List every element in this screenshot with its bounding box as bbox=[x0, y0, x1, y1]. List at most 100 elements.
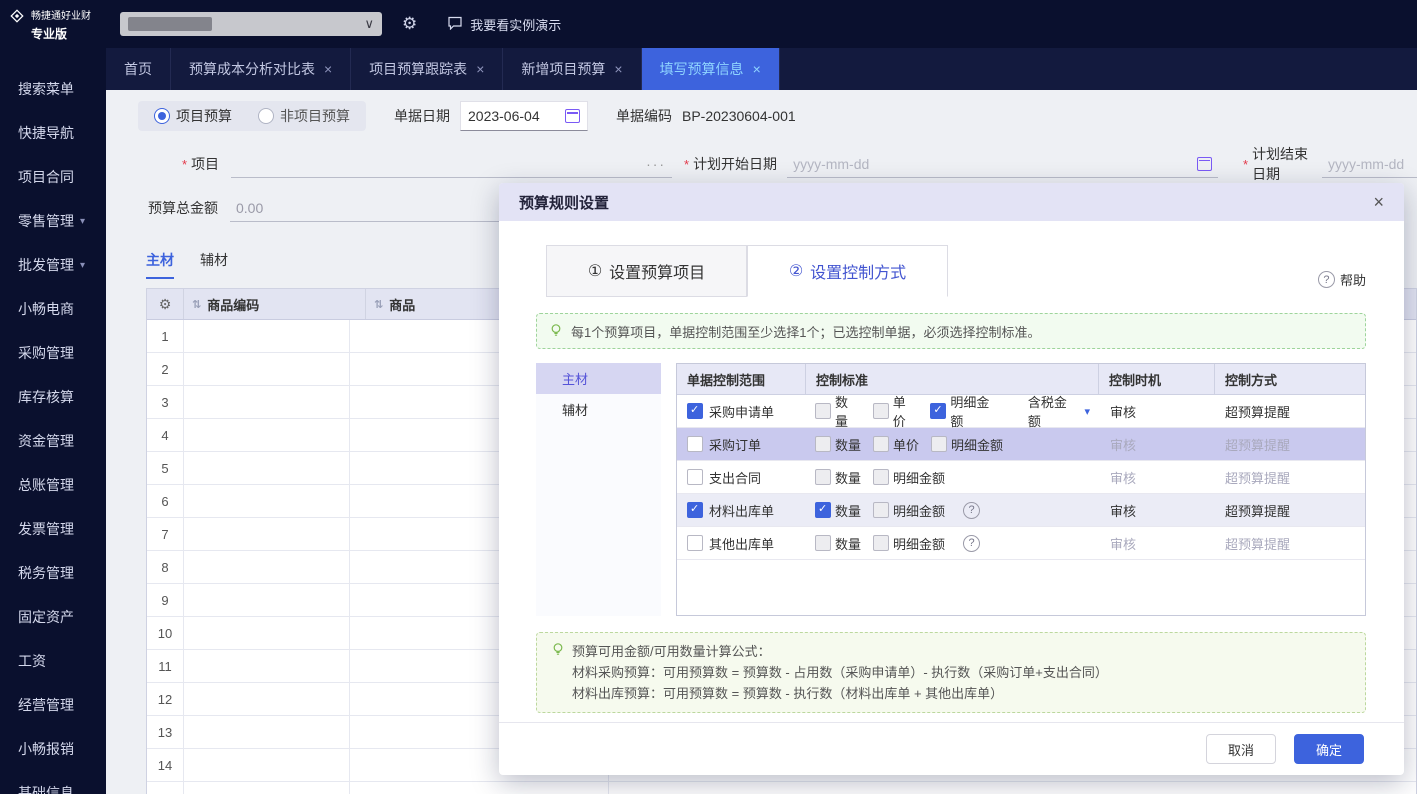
confirm-button[interactable]: 确定 bbox=[1293, 734, 1364, 764]
sidebar-item[interactable]: 税务管理 bbox=[0, 551, 106, 595]
formula-line: 材料出库预算：可用预算数 = 预算数 - 执行数（材料出库单 + 其他出库单） bbox=[572, 686, 1004, 701]
grid-cell-code[interactable] bbox=[184, 419, 350, 451]
sidebar-item-label: 小畅电商 bbox=[18, 301, 74, 317]
standard-checkbox[interactable] bbox=[930, 403, 947, 419]
grid-cell-code[interactable] bbox=[184, 617, 350, 649]
sidebar-item[interactable]: 小畅报销 bbox=[0, 727, 106, 771]
document-tab[interactable]: 预算成本分析对比表 × bbox=[171, 48, 352, 90]
grid-cell-code[interactable] bbox=[184, 782, 350, 794]
standard-checkbox[interactable] bbox=[815, 469, 831, 485]
close-icon[interactable]: × bbox=[614, 61, 622, 77]
material-tab[interactable]: 辅材 bbox=[200, 250, 228, 279]
help-icon[interactable]: ? bbox=[963, 534, 981, 552]
material-side-nav: 主材 辅材 bbox=[536, 363, 661, 616]
grid-cell-code[interactable] bbox=[184, 452, 350, 484]
grid-cell-code[interactable] bbox=[184, 584, 350, 616]
control-timing-value: 审核 bbox=[1110, 503, 1137, 519]
demo-link[interactable]: 我要看实例演示 bbox=[447, 15, 561, 34]
plan-end-input[interactable]: yyyy-mm-dd bbox=[1321, 150, 1417, 178]
grid-cell-code[interactable] bbox=[184, 485, 350, 517]
sidebar-item[interactable]: 经营管理 bbox=[0, 683, 106, 727]
sort-icon[interactable]: ⇅ bbox=[374, 298, 383, 311]
close-icon[interactable]: × bbox=[476, 61, 484, 77]
sidebar-item[interactable]: 小畅电商 bbox=[0, 287, 106, 331]
grid-cell-code[interactable] bbox=[184, 353, 350, 385]
sidebar-item[interactable]: 批发管理 ▾ bbox=[0, 243, 106, 287]
standard-option: 明细金额 bbox=[930, 392, 1002, 430]
standard-checkbox[interactable] bbox=[815, 535, 831, 551]
project-input[interactable]: ··· bbox=[231, 150, 673, 178]
modal-step-tab[interactable]: ① 设置预算项目 bbox=[546, 245, 747, 297]
tax-amount-dropdown[interactable]: 含税金额 ▾ bbox=[1028, 392, 1090, 430]
standard-checkbox[interactable] bbox=[873, 469, 890, 485]
row-number: 8 bbox=[147, 551, 184, 583]
budget-type-radio[interactable]: 非项目预算 bbox=[258, 106, 350, 126]
document-tab[interactable]: 首页 bbox=[106, 48, 171, 90]
help-icon[interactable]: ? bbox=[963, 501, 981, 519]
sidebar-item[interactable]: 快捷导航 bbox=[0, 111, 106, 155]
doc-scope-cell: 其他出库单 bbox=[677, 527, 805, 559]
sidebar-item[interactable]: 工资 bbox=[0, 639, 106, 683]
budget-total-input[interactable]: 0.00 bbox=[230, 194, 532, 222]
sidebar-item-label: 基础信息 bbox=[18, 785, 74, 794]
sidebar-item[interactable]: 总账管理 bbox=[0, 463, 106, 507]
close-icon[interactable]: × bbox=[1373, 192, 1384, 213]
sidebar-item[interactable]: 库存核算 bbox=[0, 375, 106, 419]
plan-start-input[interactable]: yyyy-mm-dd bbox=[787, 150, 1219, 178]
doc-checkbox[interactable] bbox=[687, 469, 703, 485]
grid-settings-gear-icon[interactable]: ⚙ bbox=[159, 296, 172, 313]
document-tab[interactable]: 填写预算信息 × bbox=[641, 48, 780, 90]
grid-cell-code[interactable] bbox=[184, 716, 350, 748]
grid-cell-code[interactable] bbox=[184, 749, 350, 781]
sidebar-item[interactable]: 采购管理 bbox=[0, 331, 106, 375]
grid-cell-code[interactable] bbox=[184, 683, 350, 715]
standard-checkbox[interactable] bbox=[815, 403, 831, 419]
budget-type-radio[interactable]: 项目预算 bbox=[154, 106, 232, 126]
standard-checkbox[interactable] bbox=[872, 403, 889, 419]
standard-checkbox[interactable] bbox=[873, 535, 890, 551]
standard-checkbox[interactable] bbox=[815, 502, 831, 518]
cancel-button[interactable]: 取消 bbox=[1205, 734, 1276, 764]
material-side-tab[interactable]: 辅材 bbox=[536, 394, 661, 425]
standard-checkbox[interactable] bbox=[873, 436, 890, 452]
step-label: 设置预算项目 bbox=[609, 265, 706, 282]
material-side-tab[interactable]: 主材 bbox=[536, 363, 661, 394]
sort-icon[interactable]: ⇅ bbox=[192, 298, 201, 311]
material-tab[interactable]: 主材 bbox=[146, 250, 174, 279]
grid-cell-code[interactable] bbox=[184, 518, 350, 550]
grid-cell-product[interactable] bbox=[350, 782, 609, 794]
sidebar-item[interactable]: 零售管理 ▾ bbox=[0, 199, 106, 243]
sidebar-item[interactable]: 搜索菜单 bbox=[0, 67, 106, 111]
standards-cell: 数量 单价 明细金额 含税金额 ▾ bbox=[805, 392, 1100, 430]
grid-cell-code[interactable] bbox=[184, 386, 350, 418]
doc-checkbox[interactable] bbox=[687, 535, 703, 551]
gear-icon[interactable]: ⚙ bbox=[402, 14, 417, 34]
doc-checkbox[interactable] bbox=[687, 436, 703, 452]
sidebar-item[interactable]: 项目合同 bbox=[0, 155, 106, 199]
doc-date-input[interactable]: 2023-06-04 bbox=[460, 101, 588, 131]
document-tab[interactable]: 项目预算跟踪表 × bbox=[351, 48, 504, 90]
standard-checkbox[interactable] bbox=[931, 436, 948, 452]
sidebar-item[interactable]: 发票管理 bbox=[0, 507, 106, 551]
sidebar-item[interactable]: 固定资产 bbox=[0, 595, 106, 639]
grid-cell-code[interactable] bbox=[184, 551, 350, 583]
grid-cell-code[interactable] bbox=[184, 320, 350, 352]
standard-checkbox[interactable] bbox=[815, 436, 831, 452]
doc-checkbox[interactable] bbox=[687, 403, 703, 419]
doc-checkbox[interactable] bbox=[687, 502, 703, 518]
grid-row: 15 bbox=[147, 782, 1416, 794]
calendar-icon[interactable] bbox=[565, 109, 580, 123]
close-icon[interactable]: × bbox=[324, 61, 332, 77]
calendar-icon[interactable] bbox=[1197, 156, 1213, 171]
sidebar-item[interactable]: 基础信息 bbox=[0, 771, 106, 794]
grid-cell-code[interactable] bbox=[184, 650, 350, 682]
sidebar-item[interactable]: 资金管理 bbox=[0, 419, 106, 463]
modal-step-tab[interactable]: ② 设置控制方式 bbox=[747, 245, 948, 297]
org-selector[interactable]: ∨ bbox=[120, 12, 382, 36]
help-link[interactable]: ? 帮助 bbox=[1317, 270, 1366, 297]
document-tab[interactable]: 新增项目预算 × bbox=[503, 48, 642, 90]
close-icon[interactable]: × bbox=[753, 61, 761, 77]
standard-checkbox[interactable] bbox=[873, 502, 890, 518]
project-picker-button[interactable]: ··· bbox=[646, 156, 666, 172]
control-method-value: 超预算提醒 bbox=[1225, 503, 1291, 519]
